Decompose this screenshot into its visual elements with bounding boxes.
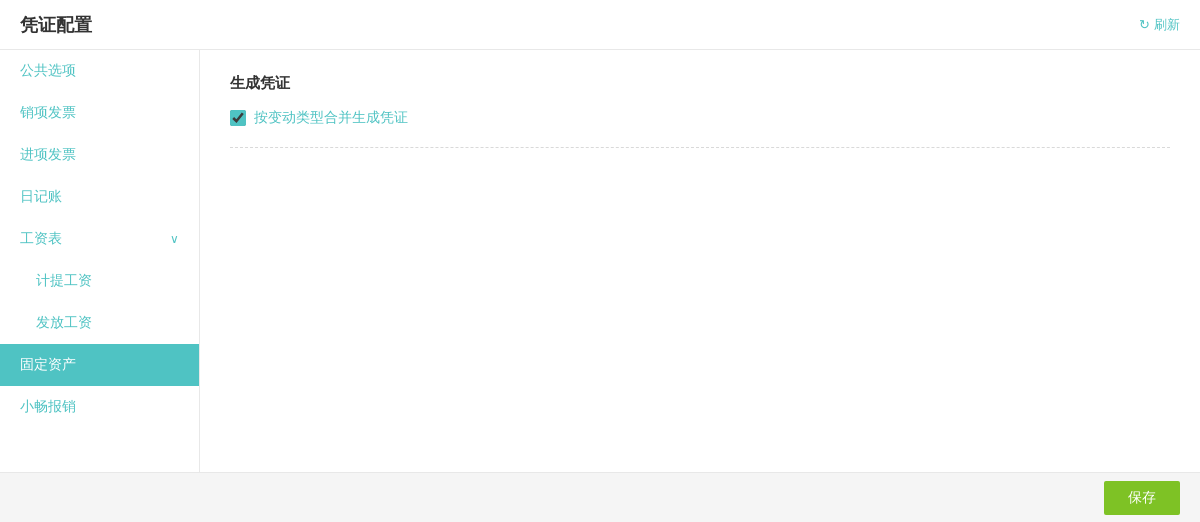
sidebar-item-sales-invoice[interactable]: 销项发票 [0, 92, 199, 134]
sidebar-label: 进项发票 [20, 146, 76, 164]
page-header: 凭证配置 ↻ 刷新 [0, 0, 1200, 50]
sidebar-label: 计提工资 [36, 272, 92, 290]
content-area: 生成凭证 按变动类型合并生成凭证 [200, 50, 1200, 472]
sidebar-label: 小畅报销 [20, 398, 76, 416]
sidebar: 公共选项 销项发票 进项发票 日记账 工资表 ∨ 计提工资 发放工资 固定资 [0, 50, 200, 472]
sidebar-item-calc-payroll[interactable]: 计提工资 [0, 260, 199, 302]
refresh-button[interactable]: ↻ 刷新 [1139, 16, 1180, 34]
sidebar-item-public-options[interactable]: 公共选项 [0, 50, 199, 92]
merge-by-type-checkbox[interactable] [230, 110, 246, 126]
sidebar-item-payroll-table[interactable]: 工资表 ∨ [0, 218, 199, 260]
page-footer: 保存 [0, 472, 1200, 522]
sidebar-item-pay-payroll[interactable]: 发放工资 [0, 302, 199, 344]
main-area: 公共选项 销项发票 进项发票 日记账 工资表 ∨ 计提工资 发放工资 固定资 [0, 50, 1200, 472]
sidebar-item-journal[interactable]: 日记账 [0, 176, 199, 218]
sidebar-label: 工资表 [20, 230, 62, 248]
sidebar-label: 日记账 [20, 188, 62, 206]
sidebar-label: 公共选项 [20, 62, 76, 80]
sidebar-item-fixed-assets[interactable]: 固定资产 [0, 344, 199, 386]
refresh-label: 刷新 [1154, 16, 1180, 34]
section-divider [230, 147, 1170, 148]
sidebar-label: 固定资产 [20, 356, 76, 374]
checkbox-row: 按变动类型合并生成凭证 [230, 109, 1170, 127]
sidebar-label: 发放工资 [36, 314, 92, 332]
sidebar-item-expense-reimbursement[interactable]: 小畅报销 [0, 386, 199, 428]
refresh-icon: ↻ [1139, 17, 1150, 32]
section-title: 生成凭证 [230, 74, 1170, 93]
merge-by-type-label[interactable]: 按变动类型合并生成凭证 [254, 109, 408, 127]
sidebar-item-purchase-invoice[interactable]: 进项发票 [0, 134, 199, 176]
page-title: 凭证配置 [20, 13, 92, 37]
sidebar-label: 销项发票 [20, 104, 76, 122]
chevron-down-icon: ∨ [170, 232, 179, 246]
save-button[interactable]: 保存 [1104, 481, 1180, 515]
